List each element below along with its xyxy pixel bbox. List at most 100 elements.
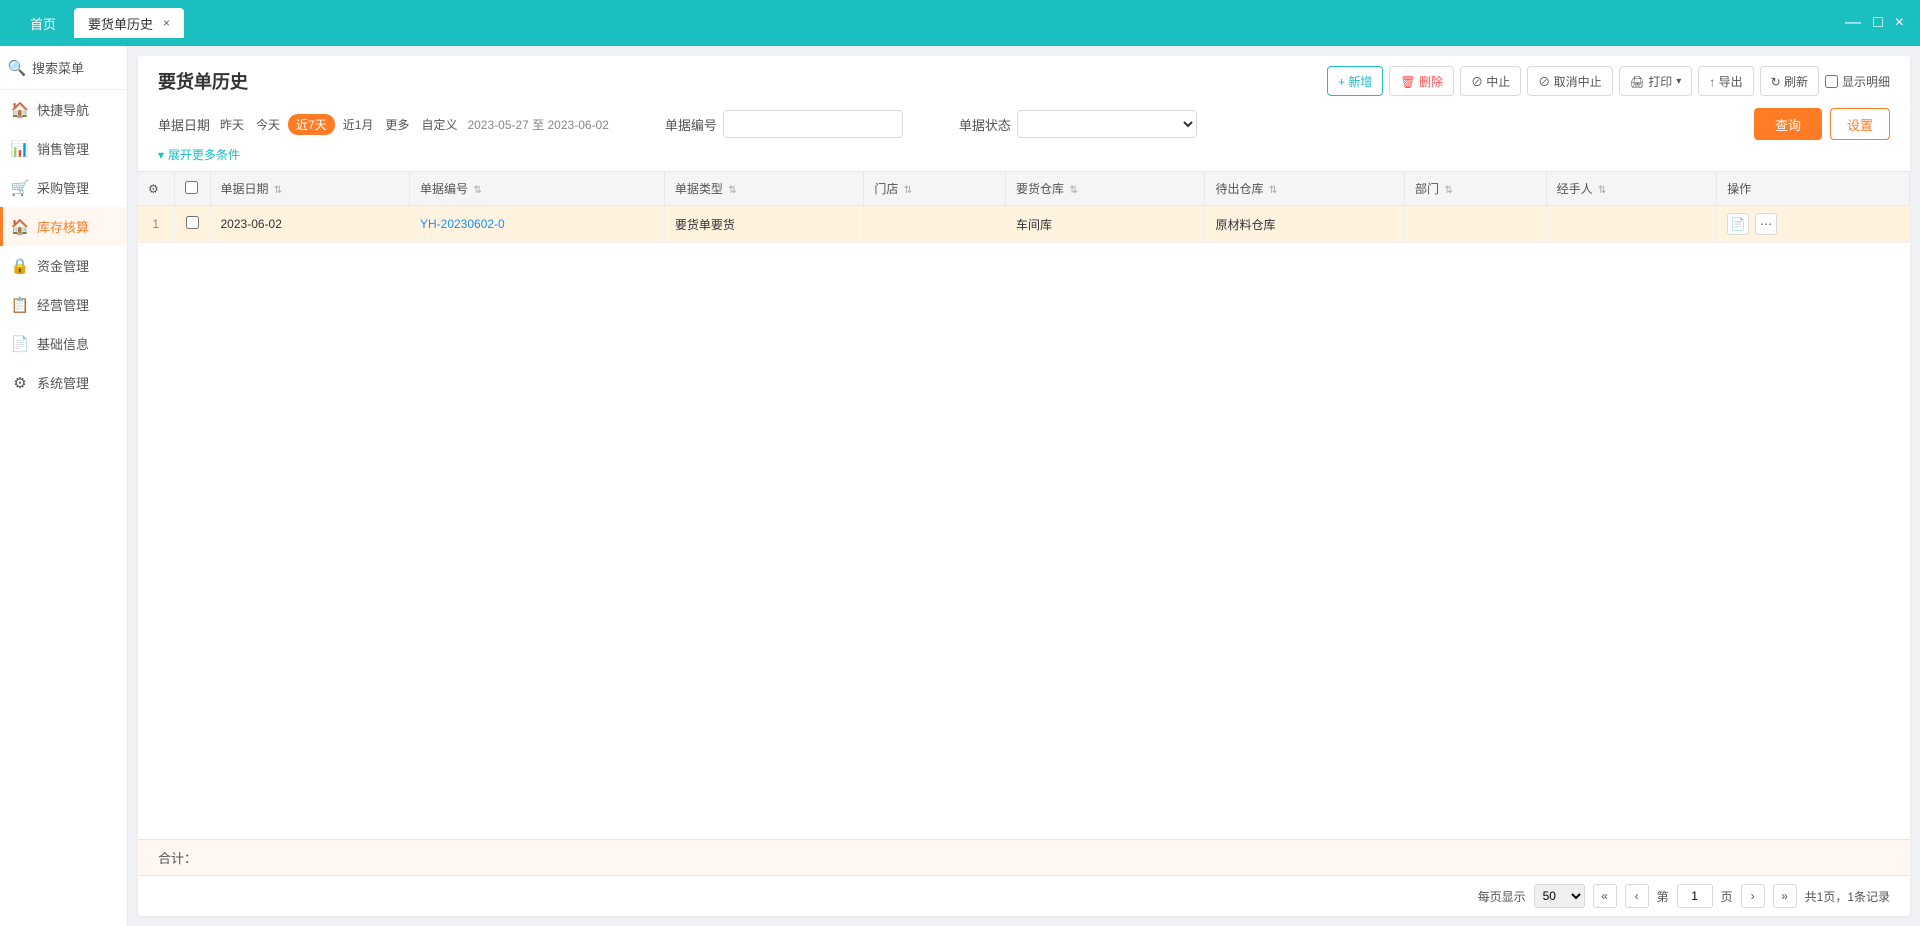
show-detail-toggle[interactable]: 显示明细: [1825, 73, 1890, 90]
stop-button[interactable]: ⊘ 中止: [1460, 66, 1521, 96]
more-icon: ⋯: [1760, 217, 1772, 231]
sort-store-icon[interactable]: ⇅: [904, 185, 912, 196]
page-size-select[interactable]: 50 10 20 100: [1534, 884, 1585, 908]
sidebar-item-operations[interactable]: 📋 经营管理: [0, 285, 127, 324]
expand-label: 展开更多条件: [168, 146, 240, 163]
close-button[interactable]: ×: [1895, 14, 1904, 32]
main-area: 🔍 搜索菜单 🏠 快捷导航 📊 销售管理 🛒 采购管理 🏠 库存核算 🔒: [0, 46, 1920, 926]
doc-no-input[interactable]: [723, 110, 903, 138]
settings-icon[interactable]: ⚙: [148, 182, 159, 196]
inventory-icon: 🏠: [11, 218, 29, 236]
query-button[interactable]: 查询: [1754, 108, 1822, 140]
sidebar-item-purchase[interactable]: 🛒 采购管理: [0, 168, 127, 207]
row-select-checkbox[interactable]: [186, 216, 199, 229]
last-page-button[interactable]: »: [1773, 884, 1797, 908]
date-tab-7days[interactable]: 近7天: [288, 114, 335, 135]
doc-no-label: 单据编号: [665, 115, 717, 134]
col-dept: 部门 ⇅: [1404, 172, 1546, 206]
print-button[interactable]: 🖨 打印 ▾: [1619, 66, 1693, 96]
setting-button[interactable]: 设置: [1830, 108, 1890, 140]
filter-status: 单据状态: [959, 110, 1197, 138]
export-button-label: ↑ 导出: [1709, 73, 1742, 90]
sidebar-item-inventory[interactable]: 🏠 库存核算: [0, 207, 127, 246]
row-actions-cell: 📄 ⋯: [1717, 206, 1910, 243]
delete-button[interactable]: 🗑 删除: [1389, 66, 1454, 96]
expand-icon: ▾: [158, 148, 164, 162]
finance-icon: 🔒: [11, 257, 29, 275]
date-tab-today[interactable]: 今天: [252, 114, 284, 135]
row-doc-no: YH-20230602-0: [409, 206, 664, 243]
sort-doc-no-icon[interactable]: ⇅: [473, 185, 481, 196]
more-action-button[interactable]: ⋯: [1755, 213, 1777, 235]
sidebar-item-sales[interactable]: 📊 销售管理: [0, 129, 127, 168]
row-index: 1: [138, 206, 174, 243]
table-body: 1 2023-06-02 YH-20230602-0 要货单要货: [138, 206, 1910, 243]
date-range-display: 2023-05-27 至 2023-06-02: [467, 116, 608, 133]
sidebar-item-quick-nav-label: 快捷导航: [37, 100, 89, 119]
row-handler: [1546, 206, 1717, 243]
page-number-input[interactable]: [1677, 884, 1713, 908]
sort-dept-icon[interactable]: ⇅: [1444, 185, 1452, 196]
sidebar-item-system[interactable]: ⚙ 系统管理: [0, 363, 127, 402]
col-doc-type: 单据类型 ⇅: [664, 172, 863, 206]
sidebar: 🔍 搜索菜单 🏠 快捷导航 📊 销售管理 🛒 采购管理 🏠 库存核算 🔒: [0, 46, 128, 926]
date-tabs: 昨天 今天 近7天 近1月 更多 自定义: [216, 114, 461, 135]
sort-pending-warehouse-icon[interactable]: ⇅: [1269, 185, 1277, 196]
date-tab-more[interactable]: 更多: [381, 114, 413, 135]
query-button-label: 查询: [1775, 115, 1801, 134]
col-doc-date: 单据日期 ⇅: [210, 172, 409, 206]
sort-req-warehouse-icon[interactable]: ⇅: [1069, 185, 1077, 196]
tab-home-label: 首页: [30, 14, 56, 33]
prev-page-button[interactable]: ‹: [1625, 884, 1649, 908]
tab-home[interactable]: 首页: [16, 8, 70, 38]
date-label: 单据日期: [158, 115, 210, 134]
refresh-button[interactable]: ↻ 刷新: [1760, 66, 1819, 96]
sidebar-item-purchase-label: 采购管理: [37, 178, 89, 197]
system-icon: ⚙: [11, 374, 29, 392]
maximize-button[interactable]: □: [1873, 14, 1883, 32]
tab-close-icon[interactable]: ×: [163, 16, 170, 30]
row-store: [864, 206, 1006, 243]
sort-doc-date-icon[interactable]: ⇅: [274, 185, 282, 196]
export-button[interactable]: ↑ 导出: [1698, 66, 1753, 96]
app-container: 首页 要货单历史 × — □ × 🔍 搜索菜单 🏠 快捷导航 �: [0, 0, 1920, 926]
date-tab-custom[interactable]: 自定义: [417, 114, 461, 135]
sidebar-item-quick-nav[interactable]: 🏠 快捷导航: [0, 90, 127, 129]
expand-filter-button[interactable]: ▾ 展开更多条件: [158, 146, 1890, 163]
content-main: 要货单历史 + 新增 🗑 删除 ⊘ 中止 ⊘ 取消中止: [138, 56, 1910, 916]
operations-icon: 📋: [11, 296, 29, 314]
show-detail-text: 显示明细: [1842, 73, 1890, 90]
tab-order-history[interactable]: 要货单历史 ×: [74, 8, 184, 38]
col-pending-warehouse: 待出仓库 ⇅: [1205, 172, 1404, 206]
date-tab-yesterday[interactable]: 昨天: [216, 114, 248, 135]
minimize-button[interactable]: —: [1845, 14, 1861, 32]
date-tab-1month[interactable]: 近1月: [339, 114, 378, 135]
refresh-button-label: ↻ 刷新: [1771, 73, 1808, 90]
doc-no-link[interactable]: YH-20230602-0: [420, 217, 505, 231]
cancel-stop-button-label: ⊘ 取消中止: [1538, 73, 1601, 90]
sort-handler-icon[interactable]: ⇅: [1598, 185, 1606, 196]
total-info: 共1页，1条记录: [1805, 888, 1890, 905]
next-page-button[interactable]: ›: [1741, 884, 1765, 908]
sidebar-item-basic-info-label: 基础信息: [37, 334, 89, 353]
first-page-button[interactable]: «: [1593, 884, 1617, 908]
select-all-checkbox[interactable]: [185, 181, 198, 194]
tab-order-history-label: 要货单历史: [88, 14, 153, 33]
col-settings: ⚙: [138, 172, 174, 206]
new-button[interactable]: + 新增: [1327, 66, 1383, 96]
view-action-button[interactable]: 📄: [1727, 213, 1749, 235]
col-actions: 操作: [1717, 172, 1910, 206]
col-checkbox: [174, 172, 210, 206]
home-icon: 🏠: [11, 101, 29, 119]
cancel-stop-button[interactable]: ⊘ 取消中止: [1527, 66, 1612, 96]
header-row: ⚙ 单据日期 ⇅ 单据编号: [138, 172, 1910, 206]
sidebar-item-basic-info[interactable]: 📄 基础信息: [0, 324, 127, 363]
sidebar-item-finance[interactable]: 🔒 资金管理: [0, 246, 127, 285]
row-dept: [1404, 206, 1546, 243]
show-detail-checkbox[interactable]: [1825, 75, 1838, 88]
sort-doc-type-icon[interactable]: ⇅: [728, 185, 736, 196]
view-icon: 📄: [1731, 217, 1746, 231]
sidebar-search[interactable]: 🔍 搜索菜单: [0, 46, 127, 90]
data-table: ⚙ 单据日期 ⇅ 单据编号: [138, 172, 1910, 243]
status-select[interactable]: [1017, 110, 1197, 138]
